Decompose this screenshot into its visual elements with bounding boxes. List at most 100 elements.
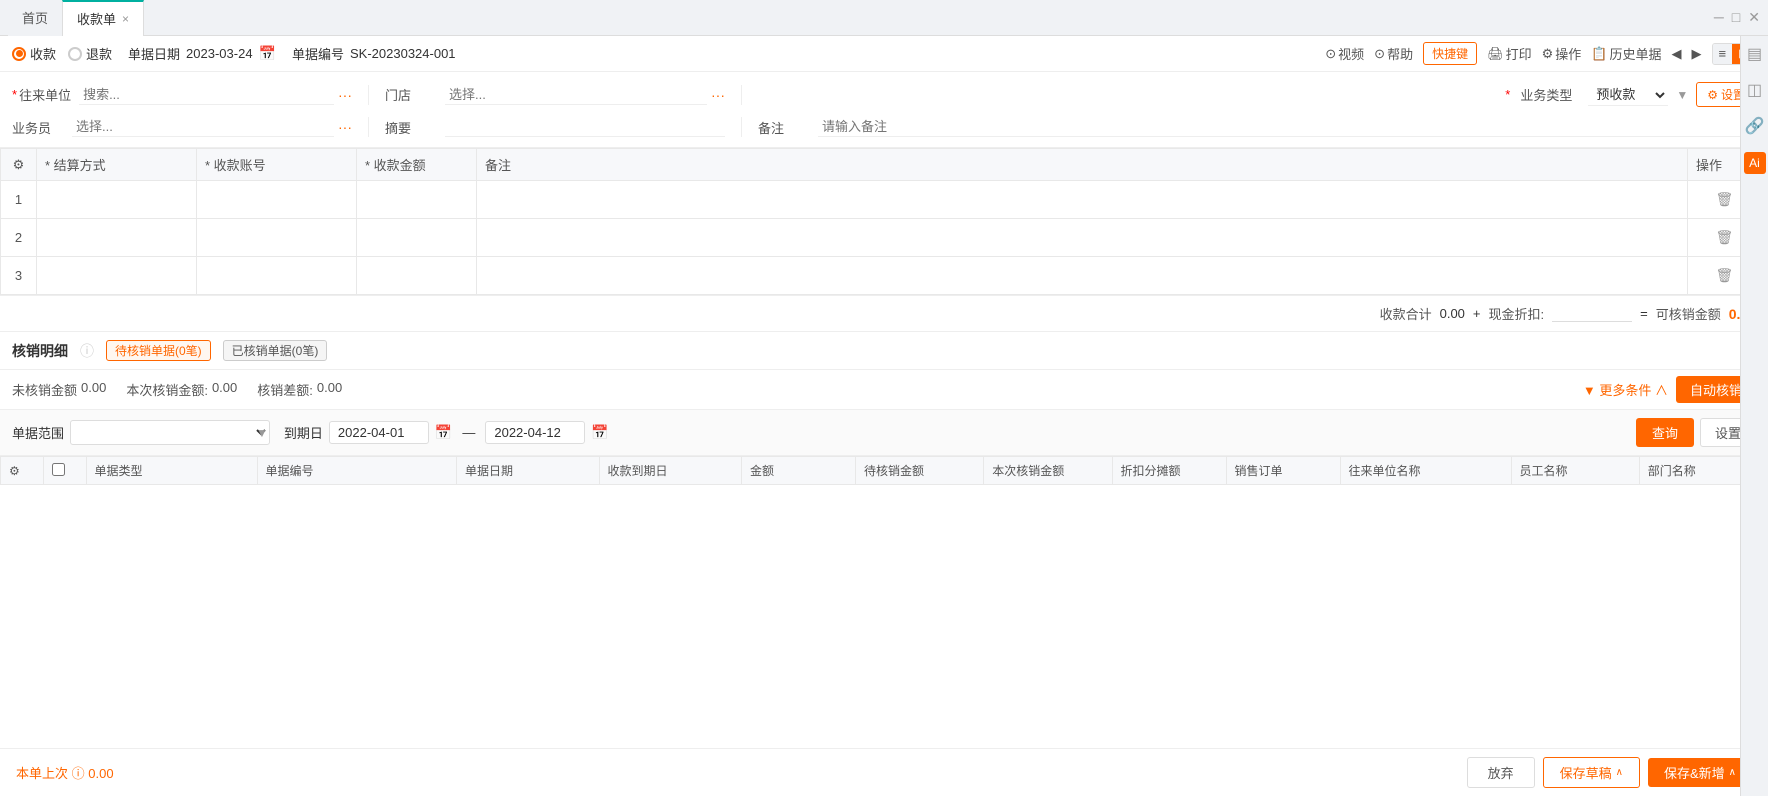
vt-verify-header: 本次核销金额 xyxy=(984,457,1112,485)
radio-refund[interactable]: 退款 xyxy=(68,44,112,63)
operation-btn[interactable]: ⚙ 操作 xyxy=(1542,44,1582,63)
account-cell-3[interactable] xyxy=(197,257,357,295)
done-tag[interactable]: 已核销单据(0笔) xyxy=(223,340,328,361)
note-cell-3[interactable] xyxy=(477,257,1688,295)
window-controls: ─ □ ✕ xyxy=(1714,9,1760,26)
store-label: 门店 xyxy=(385,85,445,104)
row-num-2: 2 xyxy=(1,219,37,257)
tab-receipt[interactable]: 收款单 × xyxy=(62,0,144,36)
account-cell-1[interactable] xyxy=(197,181,357,219)
table-row: 2 🗑 ⊞ xyxy=(1,219,1768,257)
query-btn[interactable]: 查询 xyxy=(1636,418,1694,447)
save-draft-btn[interactable]: 保存草稿 ∧ xyxy=(1543,757,1640,788)
biz-type-label: 业务类型 xyxy=(1520,85,1580,104)
window-max-btn[interactable]: □ xyxy=(1732,9,1740,26)
verify-help-icon[interactable]: ⓘ xyxy=(80,341,94,361)
verify-stats: 未核销金额 0.00 本次核销金额: 0.00 核销差额: 0.00 ▼ 更多条… xyxy=(0,370,1768,410)
diff-stat: 核销差额: 0.00 xyxy=(257,380,342,399)
list-view-btn[interactable]: ≡ xyxy=(1713,44,1733,64)
save-new-btn[interactable]: 保存&新增 ∧ xyxy=(1648,758,1752,787)
discount-label: 现金折扣: xyxy=(1489,304,1545,323)
date-end-icon[interactable]: 📅 xyxy=(591,424,608,441)
current-label: 本次核销金额: xyxy=(126,380,208,399)
diff-label: 核销差额: xyxy=(257,380,313,399)
vt-due-header: 收款到期日 xyxy=(599,457,742,485)
vt-settings-icon: ⚙ xyxy=(9,464,20,478)
print-btn[interactable]: 🖨 打印 xyxy=(1487,44,1532,63)
total-label: 收款合计 xyxy=(1380,304,1432,323)
settle-header: * 结算方式 xyxy=(37,149,197,181)
window-min-btn[interactable]: ─ xyxy=(1714,9,1724,26)
staff-input[interactable] xyxy=(72,117,334,137)
quickkey-btn[interactable]: 快捷键 xyxy=(1423,42,1477,65)
biz-type-select[interactable]: 预收款 xyxy=(1588,84,1668,106)
form-row-2: 业务员 ··· 摘要 备注 xyxy=(12,117,1756,137)
save-draft-arrow: ∧ xyxy=(1616,767,1623,778)
note-cell-2[interactable] xyxy=(477,219,1688,257)
delete-icon-3[interactable]: 🗑 xyxy=(1715,267,1733,284)
sidebar-icon-2[interactable]: ◫ xyxy=(1747,80,1762,100)
summary-input[interactable] xyxy=(445,117,725,137)
partner-field: * 往来单位 ··· xyxy=(12,85,352,105)
amount-cell-1[interactable] xyxy=(357,181,477,219)
filter-range-select[interactable] xyxy=(70,420,270,445)
store-input[interactable] xyxy=(445,85,707,105)
table-row: 3 🗑 ⊞ xyxy=(1,257,1768,295)
tab-home[interactable]: 首页 xyxy=(8,0,62,36)
settle-cell-1[interactable] xyxy=(37,181,197,219)
ai-label: Ai xyxy=(1749,156,1760,170)
bottom-info-value: 0.00 xyxy=(88,766,113,781)
account-cell-2[interactable] xyxy=(197,219,357,257)
amount-cell-3[interactable] xyxy=(357,257,477,295)
discount-input[interactable] xyxy=(1552,306,1632,322)
store-more-icon[interactable]: ··· xyxy=(711,87,725,103)
sidebar-icon-1[interactable]: ▤ xyxy=(1747,44,1762,64)
delete-icon-1[interactable]: 🗑 xyxy=(1715,191,1733,208)
window-close-btn[interactable]: ✕ xyxy=(1748,9,1760,26)
filter-right: 查询 设置 xyxy=(1636,418,1756,447)
staff-field: 业务员 ··· xyxy=(12,117,352,137)
date-dash: — xyxy=(462,425,475,440)
delete-icon-2[interactable]: 🗑 xyxy=(1715,229,1733,246)
vt-checkbox-header[interactable] xyxy=(43,457,86,485)
table-row: 1 🗑 ⊞ xyxy=(1,181,1768,219)
tab-receipt-close[interactable]: × xyxy=(122,12,129,26)
radio-receipt[interactable]: 收款 xyxy=(12,44,56,63)
amount-cell-2[interactable] xyxy=(357,219,477,257)
discard-btn[interactable]: 放弃 xyxy=(1467,757,1535,788)
vt-settings-header[interactable]: ⚙ xyxy=(1,457,44,485)
sidebar-icon-3[interactable]: 🔗 xyxy=(1745,116,1765,136)
video-btn[interactable]: ⊙ 视频 xyxy=(1325,44,1364,63)
help-btn[interactable]: ⊙ 帮助 xyxy=(1374,44,1413,63)
next-btn[interactable]: ▶ xyxy=(1692,46,1702,62)
bottom-info: 本单上次 ⓘ 0.00 xyxy=(16,763,1459,782)
vt-staff-header: 员工名称 xyxy=(1511,457,1639,485)
sidebar-icon-4[interactable]: Ai xyxy=(1744,152,1766,174)
table-settings-header[interactable]: ⚙ xyxy=(1,149,37,181)
settle-cell-2[interactable] xyxy=(37,219,197,257)
pending-tag[interactable]: 待核销单据(0笔) xyxy=(106,340,211,361)
note-cell-1[interactable] xyxy=(477,181,1688,219)
filter-date-start[interactable] xyxy=(329,421,429,444)
date-calendar-icon[interactable]: 📅 xyxy=(259,45,276,62)
unchecked-label: 未核销金额 xyxy=(12,380,77,399)
partner-input[interactable] xyxy=(79,85,334,105)
vt-order-header: 销售订单 xyxy=(1226,457,1340,485)
note-input[interactable] xyxy=(818,117,1756,137)
partner-label: 往来单位 xyxy=(19,85,79,104)
more-cond-btn[interactable]: ▼ 更多条件 ∧ xyxy=(1583,380,1668,399)
filter-date-field: 到期日 📅 — 📅 xyxy=(284,421,609,444)
doc-num-label: 单据编号 xyxy=(292,44,344,63)
filter-date-end[interactable] xyxy=(485,421,585,444)
staff-more-icon[interactable]: ··· xyxy=(338,119,352,135)
history-btn[interactable]: 📋 历史单据 xyxy=(1591,44,1661,63)
verify-section: 核销明细 ⓘ 待核销单据(0笔) 已核销单据(0笔) 未核销金额 0.00 本次… xyxy=(0,332,1768,748)
gear-icon: ⚙ xyxy=(1707,88,1718,102)
partner-more-icon[interactable]: ··· xyxy=(338,87,352,103)
unchecked-stat: 未核销金额 0.00 xyxy=(12,380,106,399)
date-start-icon[interactable]: 📅 xyxy=(435,424,452,441)
prev-btn[interactable]: ◀ xyxy=(1672,46,1682,62)
vt-checkbox-all[interactable] xyxy=(52,463,65,476)
settle-cell-3[interactable] xyxy=(37,257,197,295)
radio-receipt-label: 收款 xyxy=(30,44,56,63)
